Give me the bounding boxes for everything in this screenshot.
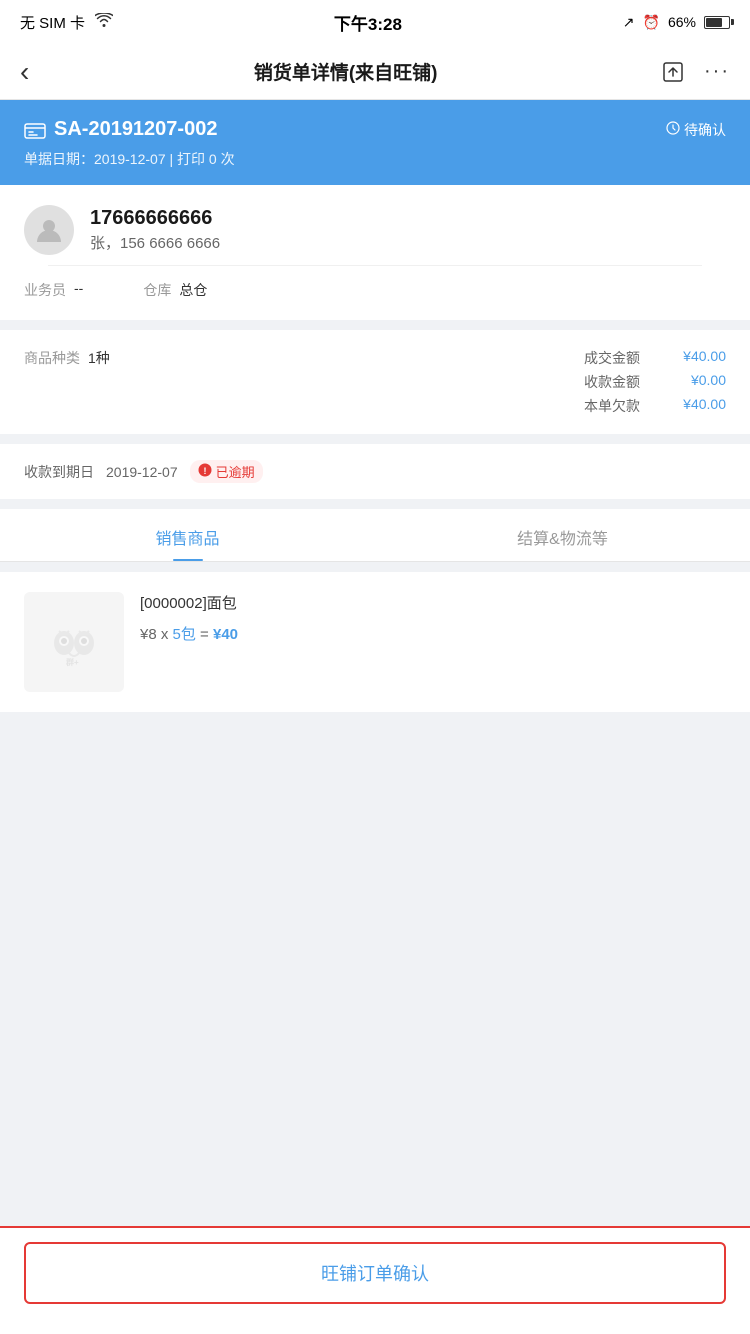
carrier-label: 无 SIM 卡	[20, 12, 85, 33]
deal-amount-label: 成交金额	[584, 348, 640, 368]
wifi-icon	[95, 13, 113, 31]
battery-percent: 66%	[668, 14, 696, 30]
product-type-count: 1种	[88, 348, 110, 368]
deal-amount-row: 成交金额 ¥40.00	[584, 348, 726, 368]
warning-icon: !	[198, 463, 212, 480]
share-button[interactable]	[662, 61, 684, 83]
order-status: 待确认	[666, 120, 726, 140]
owed-amount-row: 本单欠款 ¥40.00	[584, 396, 726, 416]
equals-sign: =	[200, 626, 213, 643]
order-header-card: SA-20191207-002 待确认 单据日期：2019-12-07 | 打印…	[0, 100, 750, 185]
bottom-area	[0, 712, 750, 912]
svg-text:群+: 群+	[65, 657, 79, 667]
total-price: ¥40	[213, 626, 238, 643]
payment-due-label: 收款到期日	[24, 462, 94, 482]
overdue-text: 已逾期	[216, 462, 255, 481]
status-left: 无 SIM 卡	[20, 12, 113, 33]
alarm-icon: ⏰	[643, 14, 660, 31]
tabs: 销售商品 结算&物流等	[0, 509, 750, 562]
warehouse-label: 仓库	[143, 280, 171, 300]
product-name: [0000002]面包	[140, 592, 726, 613]
owed-amount-value: ¥40.00	[656, 396, 726, 416]
received-amount-label: 收款金额	[584, 372, 640, 392]
salesperson-label: 业务员	[24, 280, 66, 300]
summary-section: 商品种类 1种 成交金额 ¥40.00 收款金额 ¥0.00 本单欠款 ¥40.…	[0, 330, 750, 434]
svg-text:!: !	[203, 466, 206, 476]
nav-bar: ‹ 销货单详情(来自旺铺) ···	[0, 44, 750, 100]
payment-due-date: 2019-12-07	[106, 464, 178, 480]
product-type-label: 商品种类	[24, 348, 80, 368]
customer-phone: 17666666666	[90, 207, 220, 230]
confirm-btn-container: 旺铺订单确认	[0, 1226, 750, 1334]
more-button[interactable]: ···	[704, 60, 730, 83]
status-right: ↗ ⏰ 66%	[623, 14, 730, 31]
payment-due-section: 收款到期日 2019-12-07 ! 已逾期	[0, 444, 750, 499]
status-time: 下午3:28	[334, 10, 402, 35]
page-title: 销货单详情(来自旺铺)	[254, 58, 438, 85]
overdue-badge: ! 已逾期	[190, 460, 263, 483]
salesperson-value: --	[74, 280, 83, 300]
order-date: 单据日期：2019-12-07 | 打印 0 次	[24, 149, 726, 169]
tab-sales-products[interactable]: 销售商品	[0, 509, 375, 561]
customer-row: 17666666666 张，156 6666 6666	[24, 205, 726, 255]
customer-section: 17666666666 张，156 6666 6666 业务员 -- 仓库 总仓	[0, 185, 750, 320]
tab-settlement[interactable]: 结算&物流等	[375, 509, 750, 561]
avatar	[24, 205, 74, 255]
product-item: 群+ [0000002]面包 ¥8 x 5包 = ¥40	[24, 592, 726, 692]
received-amount-row: 收款金额 ¥0.00	[584, 372, 726, 392]
salesperson-item: 业务员 --	[24, 280, 83, 300]
quantity: 5包	[173, 626, 196, 643]
price-value: ¥8	[140, 626, 157, 643]
back-button[interactable]: ‹	[20, 56, 29, 88]
order-id: SA-20191207-002	[24, 118, 217, 141]
order-id-row: SA-20191207-002 待确认	[24, 118, 726, 141]
warehouse-value: 总仓	[179, 280, 207, 300]
nav-actions: ···	[662, 60, 730, 83]
deal-amount-value: ¥40.00	[656, 348, 726, 368]
customer-meta: 业务员 -- 仓库 总仓	[24, 280, 726, 300]
status-bar: 无 SIM 卡 下午3:28 ↗ ⏰ 66%	[0, 0, 750, 44]
received-amount-value: ¥0.00	[656, 372, 726, 392]
customer-name: 张，156 6666 6666	[90, 232, 220, 253]
product-thumbnail: 群+	[24, 592, 124, 692]
battery-icon	[704, 16, 730, 29]
product-info: [0000002]面包 ¥8 x 5包 = ¥40	[140, 592, 726, 644]
confirm-button[interactable]: 旺铺订单确认	[24, 1242, 726, 1304]
location-icon: ↗	[623, 14, 635, 31]
customer-info: 17666666666 张，156 6666 6666	[90, 207, 220, 253]
owed-amount-label: 本单欠款	[584, 396, 640, 416]
warehouse-item: 仓库 总仓	[143, 280, 207, 300]
clock-icon	[666, 121, 680, 138]
tab-sales-products-label: 销售商品	[155, 531, 219, 548]
tab-settlement-label: 结算&物流等	[517, 531, 608, 548]
summary-right: 成交金额 ¥40.00 收款金额 ¥0.00 本单欠款 ¥40.00	[584, 348, 726, 416]
summary-left: 商品种类 1种	[24, 348, 110, 368]
product-price: ¥8 x 5包 = ¥40	[140, 623, 726, 644]
multiply-sign: x	[161, 626, 173, 643]
product-section: 群+ [0000002]面包 ¥8 x 5包 = ¥40	[0, 572, 750, 712]
